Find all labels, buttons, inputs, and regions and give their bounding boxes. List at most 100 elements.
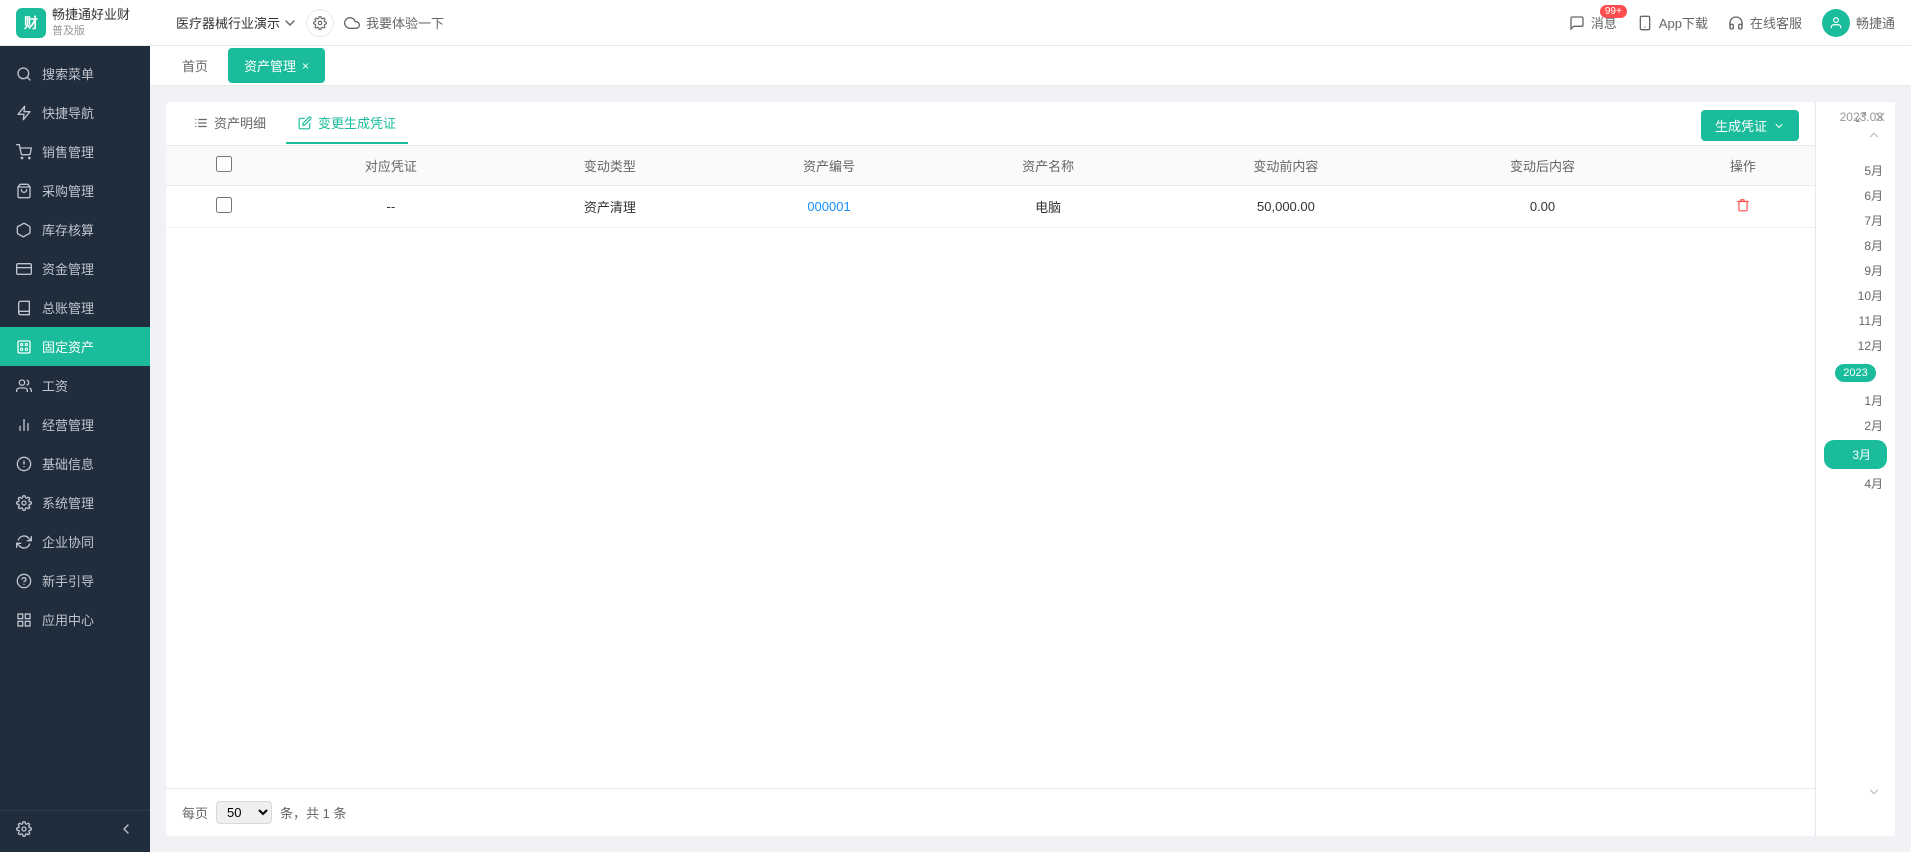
total-label: 条，共 1 条 [280,803,346,822]
sidebar-item-salary[interactable]: 工资 [0,366,150,405]
timeline-scroll-down[interactable] [1867,785,1881,802]
headset-icon [1728,15,1744,31]
generate-voucher-button[interactable]: 生成凭证 [1701,110,1799,141]
sidebar-item-finance[interactable]: 资金管理 [0,249,150,288]
top-header: 财 畅捷通好业财 普及版 医疗器械行业演示 我要体验一下 消息 99+ App下… [0,0,1911,46]
message-icon [1569,15,1585,31]
timeline-month-9[interactable]: 9月 [1816,258,1895,283]
timeline-month-11[interactable]: 11月 [1816,308,1895,333]
tab-asset-label: 资产管理 [244,56,296,75]
timeline-month-2023-3[interactable]: 3月 [1824,440,1887,469]
list-icon [194,116,208,130]
sidebar-item-inventory[interactable]: 库存核算 [0,210,150,249]
sub-tab-voucher-label: 变更生成凭证 [318,113,396,132]
timeline-month-12[interactable]: 12月 [1816,333,1895,358]
col-after-change: 变动后内容 [1414,146,1671,186]
dropdown-icon [284,17,296,29]
user-label: 畅捷通 [1856,13,1895,32]
sidebar-item-ledger[interactable]: 总账管理 [0,288,150,327]
page-content: 资产明细 变更生成凭证 生成凭证 [150,86,1911,852]
row-delete-button[interactable] [1730,196,1756,217]
phone-icon [1637,15,1653,31]
sidebar-item-system[interactable]: 系统管理 [0,483,150,522]
sidebar-item-purchase[interactable]: 采购管理 [0,171,150,210]
timeline-scroll-up[interactable] [1867,128,1881,145]
timeline-expand-button[interactable] [1855,110,1867,126]
sidebar-item-cooperation[interactable]: 企业协同 [0,522,150,561]
apps-icon [16,612,32,628]
timeline-close-button[interactable] [1873,110,1887,127]
experience-button[interactable]: 我要体验一下 [344,13,444,32]
row-voucher-cell: -- [281,186,500,228]
page-size-select[interactable]: 50 10 20 100 [216,801,272,824]
row-checkbox-cell [166,186,281,228]
tab-home-label: 首页 [182,59,208,74]
gear-icon [313,16,327,30]
row-checkbox[interactable] [216,197,232,213]
month-label: 1月 [1864,392,1883,409]
sub-tab-asset-detail[interactable]: 资产明细 [182,103,278,144]
sidebar-item-basic-info[interactable]: 基础信息 [0,444,150,483]
timeline-panel: 2023.03 5月 6月 [1815,102,1895,836]
sidebar-item-app-center[interactable]: 应用中心 [0,600,150,639]
timeline-month-2023-2[interactable]: 2月 [1816,413,1895,438]
logo-icon: 财 [16,8,46,38]
timeline-month-10[interactable]: 10月 [1816,283,1895,308]
book-icon [16,300,32,316]
logo-area: 财 畅捷通好业财 普及版 [16,7,166,39]
timeline-month-2023-4[interactable]: 4月 [1816,471,1895,496]
cloud-icon [344,15,360,31]
month-label: 2月 [1864,417,1883,434]
sub-tabs: 资产明细 变更生成凭证 生成凭证 [166,102,1815,146]
user-area[interactable]: 畅捷通 [1822,9,1895,37]
select-all-checkbox[interactable] [216,156,232,172]
cart-icon [16,144,32,160]
col-checkbox [166,146,281,186]
message-button[interactable]: 消息 99+ [1569,13,1617,32]
sidebar-item-search[interactable]: 搜索菜单 [0,54,150,93]
timeline-month-7[interactable]: 7月 [1816,208,1895,233]
company-selector[interactable]: 医疗器械行业演示 [176,13,296,32]
col-voucher: 对应凭证 [281,146,500,186]
customer-service-label: 在线客服 [1750,13,1802,32]
tab-close-button[interactable]: × [302,59,309,73]
sidebar-label: 应用中心 [42,610,94,629]
sidebar-collapse-button[interactable] [118,821,134,842]
settings-button[interactable] [306,9,334,37]
app-download-button[interactable]: App下载 [1637,13,1708,32]
sub-tab-change-voucher[interactable]: 变更生成凭证 [286,103,408,144]
sidebar-item-operations[interactable]: 经营管理 [0,405,150,444]
customer-service-button[interactable]: 在线客服 [1728,13,1802,32]
month-label: 9月 [1864,262,1883,279]
timeline-month-2023-1[interactable]: 1月 [1816,388,1895,413]
timeline-month-5[interactable]: 5月 [1816,158,1895,183]
col-asset-code: 资产编号 [719,146,938,186]
trash-icon [1736,198,1750,212]
row-change-type-cell: 资产清理 [500,186,719,228]
chevron-down-icon [1867,785,1881,799]
logo-text-block: 畅捷通好业财 普及版 [52,7,130,39]
sidebar-label: 总账管理 [42,298,94,317]
sidebar-item-guide[interactable]: 新手引导 [0,561,150,600]
table-header-row: 对应凭证 变动类型 资产编号 资产名称 [166,146,1815,186]
timeline-content: 5月 6月 7月 8月 9月 10月 [1816,128,1895,836]
month-label: 12月 [1858,337,1883,354]
sidebar-item-sales[interactable]: 销售管理 [0,132,150,171]
tab-asset-management[interactable]: 资产管理 × [228,48,325,83]
sidebar-footer [0,810,150,852]
month-label: 10月 [1858,287,1883,304]
timeline-month-8[interactable]: 8月 [1816,233,1895,258]
timeline-month-6[interactable]: 6月 [1816,183,1895,208]
footer-settings-button[interactable] [16,821,32,842]
col-before-change: 变动前内容 [1158,146,1415,186]
main-card: 资产明细 变更生成凭证 生成凭证 [166,102,1815,836]
tab-home[interactable]: 首页 [166,48,224,83]
header-left: 财 畅捷通好业财 普及版 医疗器械行业演示 我要体验一下 [16,7,444,39]
flash-icon [16,105,32,121]
tab-bar: 首页 资产管理 × [150,46,1911,86]
sidebar-item-quick-nav[interactable]: 快捷导航 [0,93,150,132]
generate-btn-label: 生成凭证 [1715,116,1767,135]
edit-icon [298,116,312,130]
row-asset-code-cell: 000001 [719,186,938,228]
sidebar-item-fixed-assets[interactable]: 固定资产 [0,327,150,366]
